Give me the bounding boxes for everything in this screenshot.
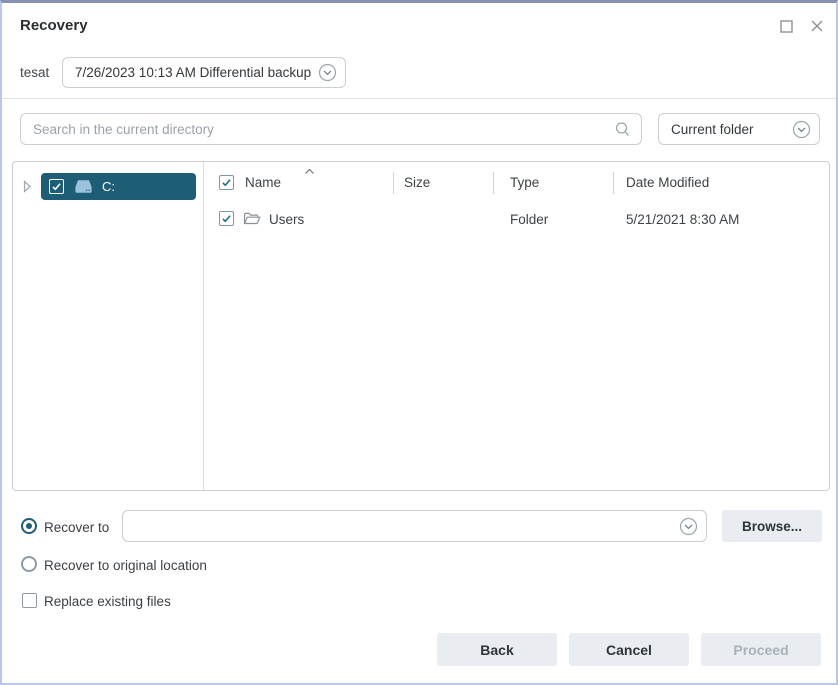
recover-to-input-container xyxy=(122,510,707,542)
dialog-title: Recovery xyxy=(20,17,88,34)
recover-original-location-label: Recover to original location xyxy=(44,558,207,573)
recovery-dialog: Recovery tesat 7/26/2023 10:13 AM Differ… xyxy=(0,0,838,685)
drive-label: C: xyxy=(102,179,115,194)
search-scope-value: Current folder xyxy=(671,122,792,137)
chevron-down-icon xyxy=(792,120,811,139)
select-all-checkbox[interactable] xyxy=(219,175,234,190)
check-icon xyxy=(51,181,62,192)
divider xyxy=(2,98,836,99)
chevron-down-icon xyxy=(679,517,698,536)
tree-expand-icon[interactable] xyxy=(23,180,33,194)
drive-icon xyxy=(74,179,93,194)
folder-icon xyxy=(243,211,261,226)
backup-version-value: 7/26/2023 10:13 AM Differential backup xyxy=(75,65,318,80)
replace-existing-files-label: Replace existing files xyxy=(44,594,171,609)
recover-to-label: Recover to xyxy=(44,520,109,535)
search-scope-dropdown[interactable]: Current folder xyxy=(658,113,820,145)
maximize-button[interactable] xyxy=(777,17,795,35)
column-header-name[interactable]: Name xyxy=(245,175,281,190)
column-divider[interactable] xyxy=(393,172,394,194)
column-divider[interactable] xyxy=(613,172,614,194)
check-icon xyxy=(221,213,232,224)
list-header: Name Size Type Date Modified xyxy=(204,162,829,202)
close-button[interactable] xyxy=(808,17,826,35)
maximize-icon xyxy=(780,20,793,33)
column-header-size[interactable]: Size xyxy=(404,175,430,190)
proceed-button[interactable]: Proceed xyxy=(701,633,821,666)
close-icon xyxy=(810,19,824,33)
browse-button[interactable]: Browse... xyxy=(722,510,822,542)
drive-c-checkbox[interactable] xyxy=(49,179,64,194)
sort-ascending-icon xyxy=(304,168,315,175)
column-header-date-modified[interactable]: Date Modified xyxy=(626,175,709,190)
file-date-modified: 5/21/2021 8:30 AM xyxy=(626,212,739,227)
backup-name-label: tesat xyxy=(20,65,49,80)
recover-to-radio[interactable] xyxy=(21,518,37,534)
search-container xyxy=(20,113,642,145)
search-icon xyxy=(614,121,631,138)
column-header-type[interactable]: Type xyxy=(510,175,539,190)
check-icon xyxy=(221,177,232,188)
chevron-down-icon xyxy=(318,63,337,82)
recover-to-input[interactable] xyxy=(135,519,679,534)
row-checkbox[interactable] xyxy=(219,211,234,226)
recover-original-location-radio[interactable] xyxy=(21,556,37,572)
replace-existing-files-checkbox[interactable] xyxy=(22,593,37,608)
file-row-users[interactable]: Users Folder 5/21/2021 8:30 AM xyxy=(204,206,828,234)
tree-item-drive-c[interactable]: C: xyxy=(41,173,196,200)
backup-version-dropdown[interactable]: 7/26/2023 10:13 AM Differential backup xyxy=(62,57,346,88)
search-input[interactable] xyxy=(33,122,614,137)
file-name: Users xyxy=(269,212,304,227)
file-type: Folder xyxy=(510,212,548,227)
file-browser-panel: C: Name Size Type Date Modified xyxy=(12,161,830,491)
column-divider[interactable] xyxy=(493,172,494,194)
cancel-button[interactable]: Cancel xyxy=(569,633,689,666)
back-button[interactable]: Back xyxy=(437,633,557,666)
